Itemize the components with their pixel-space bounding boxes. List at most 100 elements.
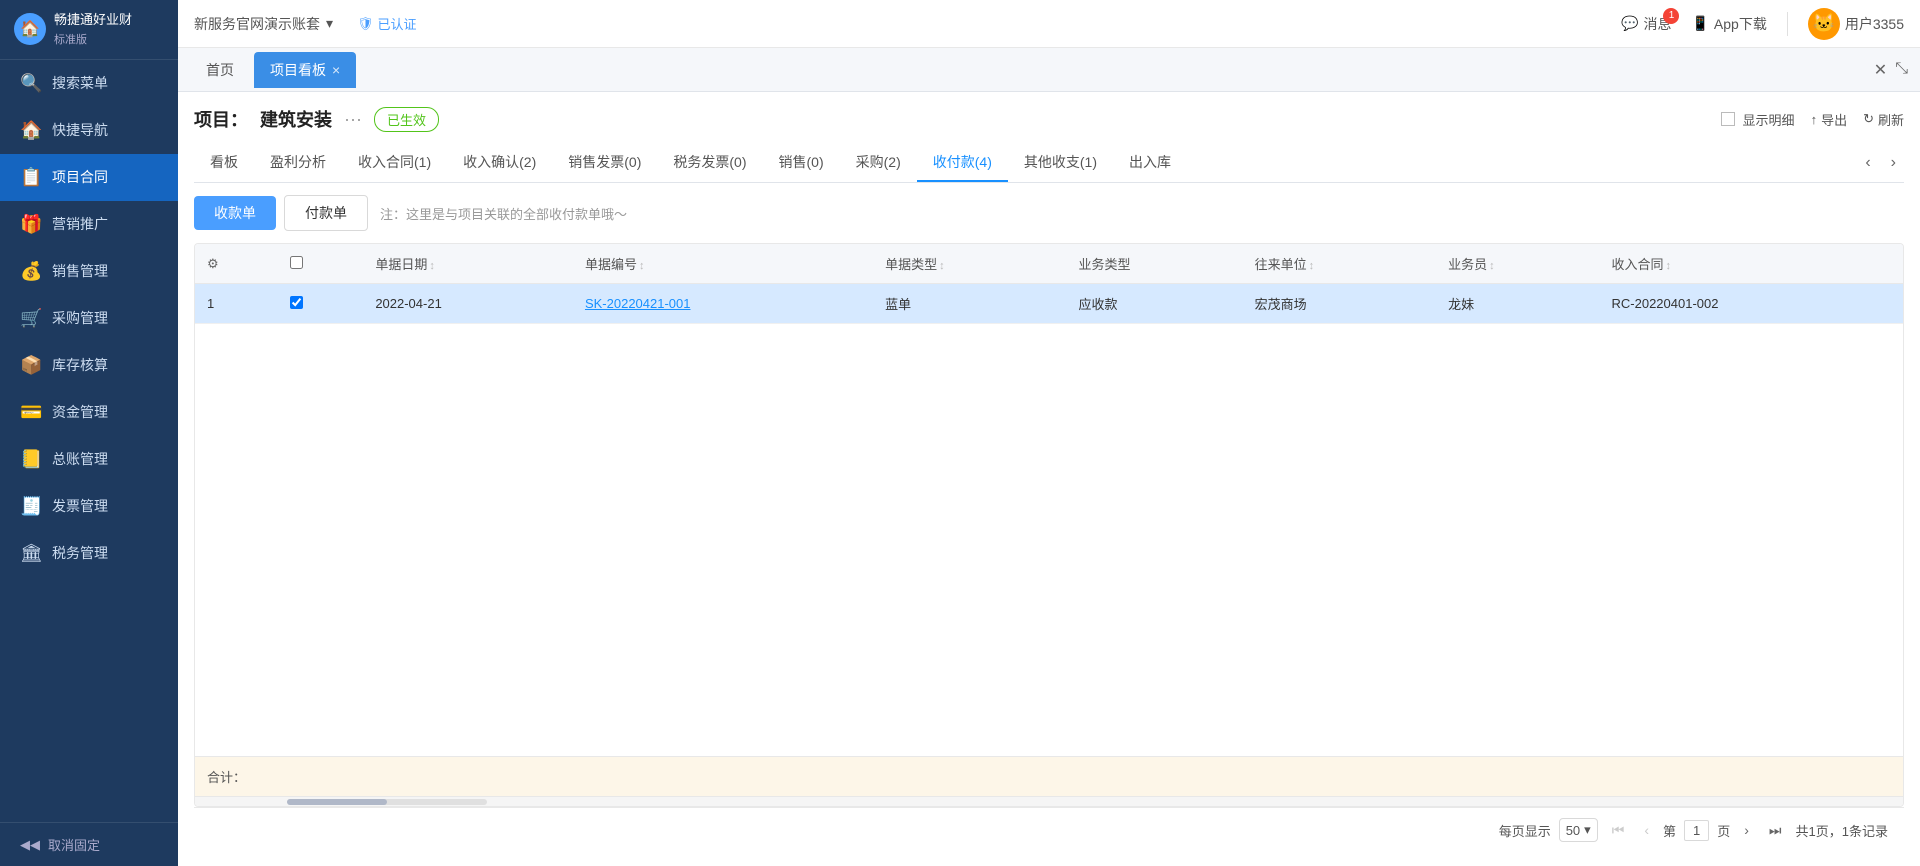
col-header-income-contract[interactable]: 收入合同↕	[1600, 244, 1904, 284]
sidebar-item-invoice-mgmt[interactable]: 🧾 发票管理	[0, 483, 178, 530]
sub-tab-other-expense[interactable]: 其他收支(1)	[1008, 144, 1113, 182]
sub-tab-label-income-confirm: 收入确认(2)	[463, 154, 536, 170]
user-name: 用户3355	[1845, 14, 1904, 34]
sub-tab-label-other-expense: 其他收支(1)	[1024, 154, 1097, 170]
user-menu[interactable]: 🐱 用户3355	[1808, 8, 1904, 40]
sub-tab-label-receipt: 收付款(4)	[933, 154, 992, 170]
current-page-input[interactable]: 1	[1684, 820, 1709, 841]
logo-title: 畅捷通好业财	[54, 12, 132, 29]
table-scroll[interactable]: ⚙单据日期↕单据编号↕单据类型↕业务类型往来单位↕业务员↕收入合同↕ 1 202…	[195, 244, 1903, 756]
receipt-tab-group: 收款单付款单 注：这里是与项目关联的全部收付款单哦～	[194, 195, 1904, 231]
prev-page-button[interactable]: ‹	[1638, 820, 1655, 840]
sub-tab-in-out[interactable]: 出入库	[1113, 144, 1187, 182]
sidebar-item-finance[interactable]: 💳 资金管理	[0, 389, 178, 436]
row-biz-type-0: 应收款	[1067, 284, 1243, 324]
per-page-select[interactable]: 50 ▾	[1559, 818, 1598, 842]
account-dropdown-icon: ▾	[326, 15, 333, 32]
sub-tab-tax-invoice[interactable]: 税务发票(0)	[657, 144, 762, 182]
table-row[interactable]: 1 2022-04-21 SK-20220421-001 蓝单 应收款 宏茂商场…	[195, 284, 1903, 324]
sub-tab-receipt[interactable]: 收付款(4)	[917, 144, 1008, 182]
sidebar-label-tax-mgmt: 税务管理	[52, 543, 108, 563]
summary-row: 合计：	[195, 756, 1903, 796]
sub-tab-label-purchase: 采购(2)	[856, 154, 901, 170]
sidebar-icon-tax-mgmt: 🏛	[20, 543, 42, 564]
pagination: 每页显示 50 ▾ ⏮ ‹ 第 1 页 › ⏭ 共1页，1条记录	[194, 807, 1904, 852]
tab-home[interactable]: 首页	[190, 52, 250, 88]
first-page-button[interactable]: ⏮	[1606, 820, 1631, 841]
next-page-button[interactable]: ›	[1738, 820, 1755, 840]
receipt-tab-payment-form[interactable]: 付款单	[284, 195, 368, 231]
verified-text: 已认证	[378, 14, 417, 33]
sidebar-icon-purchase-mgmt: 🛒	[20, 308, 42, 329]
unpin-button[interactable]: ◀◀ 取消固定	[0, 822, 178, 866]
sidebar-item-purchase-mgmt[interactable]: 🛒 采购管理	[0, 295, 178, 342]
data-table: ⚙单据日期↕单据编号↕单据类型↕业务类型往来单位↕业务员↕收入合同↕ 1 202…	[195, 244, 1903, 324]
sidebar-scroll: 🔍 搜索菜单 🏠 快捷导航 📋 项目合同 🎁 营销推广 💰 销售管理 🛒 采购管…	[0, 60, 178, 822]
horizontal-scrollbar[interactable]	[195, 796, 1903, 806]
last-page-button[interactable]: ⏭	[1763, 820, 1788, 841]
sidebar-item-tax-mgmt[interactable]: 🏛 税务管理	[0, 530, 178, 577]
per-page-dropdown-icon: ▾	[1584, 822, 1591, 838]
per-page-value: 50	[1566, 823, 1580, 838]
sub-tab-income-confirm[interactable]: 收入确认(2)	[447, 144, 552, 182]
col-header-type[interactable]: 单据类型↕	[873, 244, 1066, 284]
message-badge: 1	[1663, 8, 1679, 24]
show-detail-checkbox[interactable]: 显示明细	[1721, 110, 1795, 129]
sub-tabs: 看板盈利分析收入合同(1) 收入确认(2) 销售发票(0)税务发票(0)销售(0) 采…	[194, 144, 1904, 183]
receipt-tab-receipt-form[interactable]: 收款单	[194, 196, 276, 230]
sidebar-item-sales-mgmt[interactable]: 💰 销售管理	[0, 248, 178, 295]
export-button[interactable]: ↑ 导出	[1811, 110, 1848, 129]
col-header-partner[interactable]: 往来单位↕	[1243, 244, 1436, 284]
table-container: ⚙单据日期↕单据编号↕单据类型↕业务类型往来单位↕业务员↕收入合同↕ 1 202…	[194, 243, 1904, 807]
sub-tab-next[interactable]: ›	[1883, 150, 1904, 176]
close-window-icon[interactable]: ✕	[1874, 60, 1887, 80]
sidebar-icon-quick-nav: 🏠	[20, 120, 42, 141]
col-header-settings: ⚙	[195, 244, 278, 284]
col-header-check	[278, 244, 364, 284]
row-type-0: 蓝单	[873, 284, 1066, 324]
unpin-icon: ◀◀	[20, 837, 40, 853]
sidebar-item-project-contract[interactable]: 📋 项目合同	[0, 154, 178, 201]
more-icon[interactable]: ···	[344, 109, 362, 130]
sub-tab-sales-invoice[interactable]: 销售发票(0)	[552, 144, 657, 182]
sidebar-item-inventory[interactable]: 📦 库存核算	[0, 342, 178, 389]
project-header: 项目： 建筑安装 ··· 已生效 显示明细 ↑ 导出 ↻ 刷新	[194, 106, 1904, 132]
row-check-0[interactable]	[278, 284, 364, 324]
maximize-icon[interactable]: ⤡	[1895, 60, 1908, 80]
refresh-icon: ↻	[1863, 111, 1874, 127]
tab-close-project-board[interactable]: ×	[332, 62, 340, 78]
refresh-button[interactable]: ↻ 刷新	[1863, 110, 1904, 129]
sub-tab-income-contract[interactable]: 收入合同(1)	[342, 144, 447, 182]
col-header-number[interactable]: 单据编号↕	[573, 244, 873, 284]
sidebar-label-ledger: 总账管理	[52, 449, 108, 469]
sidebar-item-search[interactable]: 🔍 搜索菜单	[0, 60, 178, 107]
logo-sub: 标准版	[54, 31, 132, 47]
sidebar: 🏠 畅捷通好业财 标准版 🔍 搜索菜单 🏠 快捷导航 📋 项目合同 🎁 营销推广…	[0, 0, 178, 866]
scrollbar-thumb[interactable]	[287, 799, 387, 805]
row-seq-0: 1	[195, 284, 278, 324]
sidebar-item-quick-nav[interactable]: 🏠 快捷导航	[0, 107, 178, 154]
row-partner-0: 宏茂商场	[1243, 284, 1436, 324]
sub-tab-profit[interactable]: 盈利分析	[254, 144, 342, 182]
app-download-button[interactable]: 📱 App下载	[1691, 14, 1766, 34]
divider	[1787, 12, 1788, 36]
col-header-date[interactable]: 单据日期↕	[363, 244, 573, 284]
sub-tab-purchase[interactable]: 采购(2)	[840, 144, 917, 182]
sub-tab-label-in-out: 出入库	[1129, 154, 1171, 170]
settings-icon[interactable]: ⚙	[207, 256, 219, 271]
sub-tab-sales[interactable]: 销售(0)	[763, 144, 840, 182]
col-header-salesperson[interactable]: 业务员↕	[1436, 244, 1599, 284]
sidebar-item-marketing[interactable]: 🎁 营销推广	[0, 201, 178, 248]
sidebar-label-sales-mgmt: 销售管理	[52, 261, 108, 281]
message-button[interactable]: 💬 消息 1	[1621, 14, 1671, 34]
unpin-label: 取消固定	[48, 835, 100, 854]
sub-tab-prev[interactable]: ‹	[1857, 150, 1878, 176]
verified-badge: 🛡 已认证	[357, 14, 417, 33]
select-all-checkbox[interactable]	[290, 256, 303, 269]
sidebar-item-ledger[interactable]: 📒 总账管理	[0, 436, 178, 483]
account-selector[interactable]: 新服务官网演示账套 ▾	[194, 14, 333, 34]
row-number-0[interactable]: SK-20220421-001	[573, 284, 873, 324]
phone-icon: 📱	[1691, 15, 1708, 32]
sub-tab-kanban[interactable]: 看板	[194, 144, 254, 182]
tab-project-board[interactable]: 项目看板×	[254, 52, 356, 88]
